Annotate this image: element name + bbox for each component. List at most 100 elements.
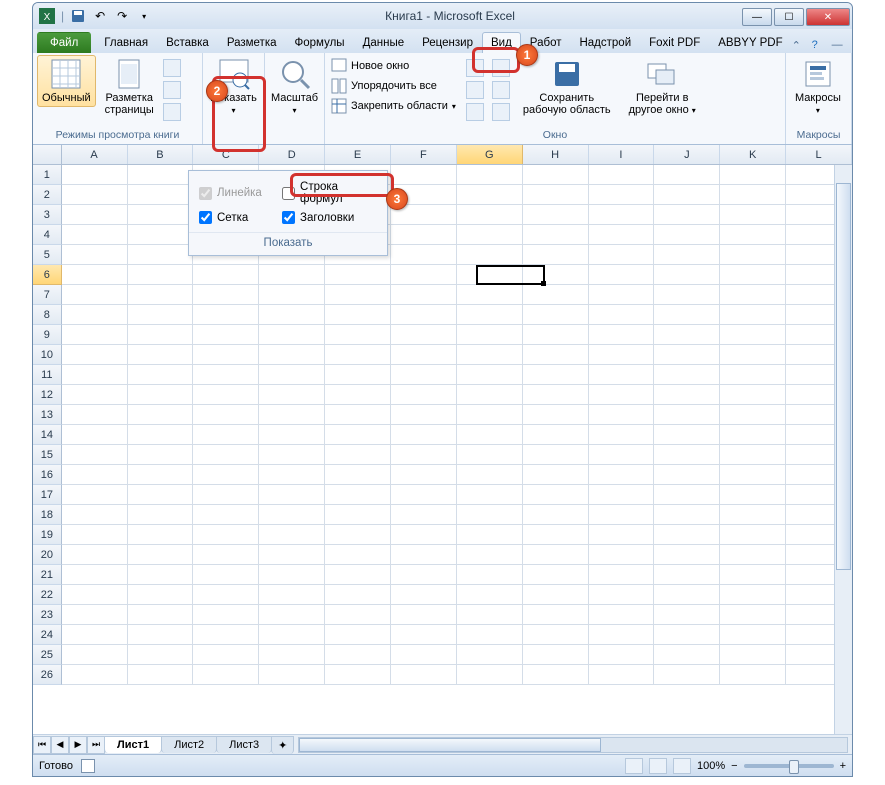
cell[interactable]	[654, 305, 720, 325]
cell[interactable]	[391, 385, 457, 405]
cell[interactable]	[589, 625, 655, 645]
cell[interactable]	[193, 645, 259, 665]
cell[interactable]	[325, 445, 391, 465]
row-header[interactable]: 1	[33, 165, 62, 185]
row-header[interactable]: 26	[33, 665, 62, 685]
cell[interactable]	[523, 185, 589, 205]
cell[interactable]	[325, 345, 391, 365]
cell[interactable]	[720, 525, 786, 545]
cell[interactable]	[589, 545, 655, 565]
new-window-button[interactable]: Новое окно	[329, 57, 458, 75]
cell[interactable]	[523, 265, 589, 285]
cell[interactable]	[259, 465, 325, 485]
cell[interactable]	[589, 285, 655, 305]
cell[interactable]	[720, 505, 786, 525]
cell[interactable]	[128, 465, 194, 485]
tab-formulas[interactable]: Формулы	[286, 32, 354, 53]
page-break-status-icon[interactable]	[673, 758, 691, 774]
cell[interactable]	[720, 405, 786, 425]
cell[interactable]	[457, 345, 523, 365]
minimize-button[interactable]: —	[742, 8, 772, 26]
help-icon[interactable]: ?	[812, 39, 826, 53]
cell[interactable]	[391, 665, 457, 685]
col-header[interactable]: C	[193, 145, 259, 164]
cell[interactable]	[457, 485, 523, 505]
cell[interactable]	[325, 365, 391, 385]
macro-record-icon[interactable]	[81, 759, 95, 773]
cell[interactable]	[391, 245, 457, 265]
cell[interactable]	[654, 165, 720, 185]
cell[interactable]	[457, 425, 523, 445]
cell[interactable]	[654, 265, 720, 285]
cell[interactable]	[62, 325, 128, 345]
cell[interactable]	[589, 385, 655, 405]
cell[interactable]	[62, 625, 128, 645]
cell[interactable]	[720, 245, 786, 265]
cell[interactable]	[259, 605, 325, 625]
cell[interactable]	[589, 565, 655, 585]
hide-icon[interactable]	[466, 81, 484, 99]
tab-insert[interactable]: Вставка	[157, 32, 218, 53]
row-header[interactable]: 11	[33, 365, 62, 385]
tab-home[interactable]: Главная	[95, 32, 157, 53]
cell[interactable]	[62, 545, 128, 565]
row-header[interactable]: 15	[33, 445, 62, 465]
gridlines-checkbox-input[interactable]	[199, 211, 212, 224]
redo-icon[interactable]: ↷	[114, 8, 130, 24]
cell[interactable]	[325, 545, 391, 565]
cell[interactable]	[391, 405, 457, 425]
cell[interactable]	[523, 385, 589, 405]
cell[interactable]	[259, 665, 325, 685]
cell[interactable]	[523, 525, 589, 545]
reset-position-icon[interactable]	[492, 103, 510, 121]
cell[interactable]	[325, 285, 391, 305]
cell[interactable]	[523, 345, 589, 365]
col-header[interactable]: J	[654, 145, 720, 164]
col-header[interactable]: H	[523, 145, 589, 164]
cell[interactable]	[391, 305, 457, 325]
cell[interactable]	[720, 465, 786, 485]
cell[interactable]	[259, 405, 325, 425]
cell[interactable]	[391, 265, 457, 285]
row-header[interactable]: 14	[33, 425, 62, 445]
cell[interactable]	[325, 565, 391, 585]
cell[interactable]	[325, 265, 391, 285]
cell[interactable]	[654, 325, 720, 345]
cell[interactable]	[391, 605, 457, 625]
cell[interactable]	[720, 205, 786, 225]
cell[interactable]	[62, 245, 128, 265]
tab-addins[interactable]: Надстрой	[570, 32, 640, 53]
cell[interactable]	[128, 285, 194, 305]
row-header[interactable]: 22	[33, 585, 62, 605]
cell[interactable]	[193, 325, 259, 345]
cell[interactable]	[589, 325, 655, 345]
cell[interactable]	[720, 225, 786, 245]
cell[interactable]	[193, 545, 259, 565]
cell[interactable]	[523, 425, 589, 445]
page-layout-button[interactable]: Разметкастраницы	[100, 55, 159, 119]
cell[interactable]	[457, 665, 523, 685]
cell[interactable]	[523, 545, 589, 565]
cell[interactable]	[654, 525, 720, 545]
row-header[interactable]: 23	[33, 605, 62, 625]
cell[interactable]	[720, 165, 786, 185]
tab-pagelayout[interactable]: Разметка	[218, 32, 286, 53]
cell[interactable]	[193, 345, 259, 365]
maximize-button[interactable]: ☐	[774, 8, 804, 26]
cell[interactable]	[128, 665, 194, 685]
cell[interactable]	[325, 325, 391, 345]
row-header[interactable]: 4	[33, 225, 62, 245]
cell[interactable]	[523, 445, 589, 465]
cell[interactable]	[654, 505, 720, 525]
cell[interactable]	[193, 525, 259, 545]
cell[interactable]	[193, 665, 259, 685]
cell[interactable]	[62, 345, 128, 365]
cell[interactable]	[457, 205, 523, 225]
cell[interactable]	[325, 645, 391, 665]
row-header[interactable]: 10	[33, 345, 62, 365]
cell[interactable]	[325, 585, 391, 605]
cell[interactable]	[62, 485, 128, 505]
hscroll-thumb[interactable]	[299, 738, 600, 752]
arrange-all-button[interactable]: Упорядочить все	[329, 77, 458, 95]
row-header[interactable]: 12	[33, 385, 62, 405]
